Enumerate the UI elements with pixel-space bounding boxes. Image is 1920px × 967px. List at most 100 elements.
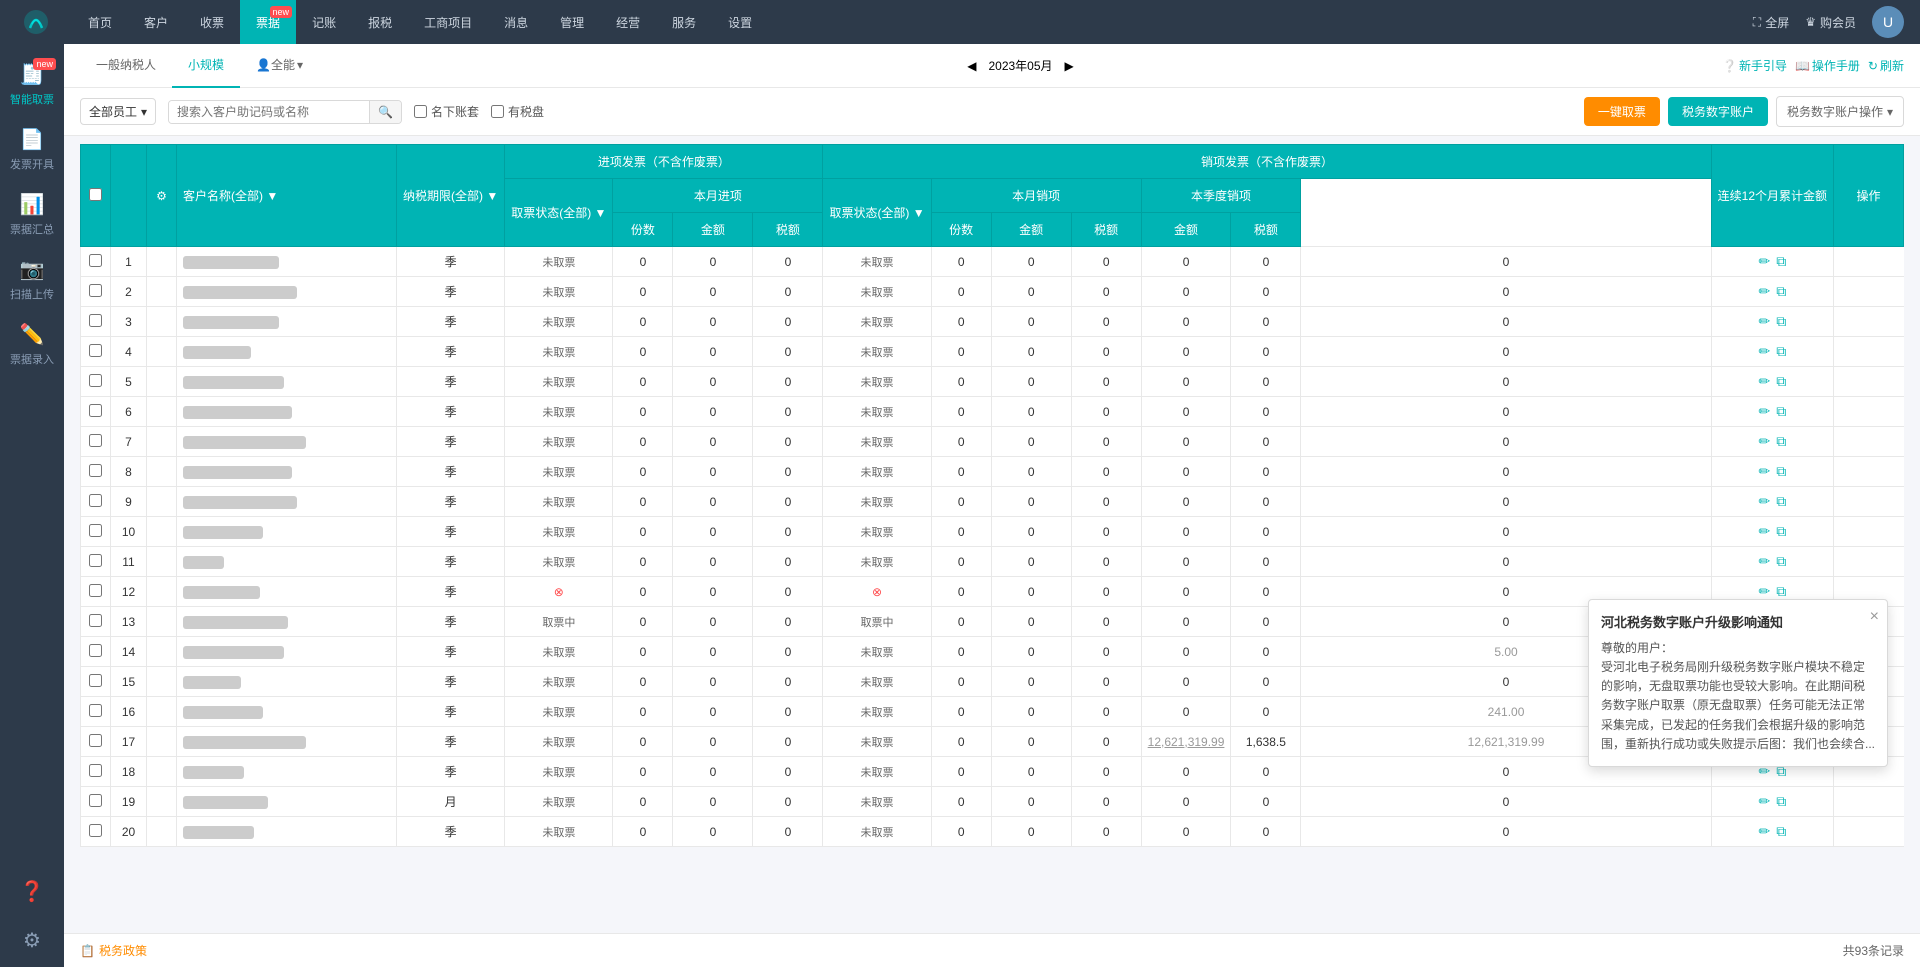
- edit-icon[interactable]: ✏: [1758, 463, 1770, 480]
- nav-message[interactable]: 消息: [488, 0, 544, 44]
- row-out-count: 0: [931, 247, 991, 277]
- row-checkbox[interactable]: [89, 344, 102, 357]
- tab-small[interactable]: 小规模: [172, 44, 240, 88]
- nav-piao[interactable]: 票据 new: [240, 0, 296, 44]
- row-ops-cell: ✏ ⧉: [1711, 337, 1833, 367]
- row-checkbox[interactable]: [89, 254, 102, 267]
- nav-settings[interactable]: 设置: [712, 0, 768, 44]
- nav-industry[interactable]: 工商项目: [408, 0, 488, 44]
- copy-icon[interactable]: ⧉: [1776, 283, 1786, 300]
- copy-icon[interactable]: ⧉: [1776, 823, 1786, 840]
- nav-invoice[interactable]: 收票: [184, 0, 240, 44]
- row-checkbox[interactable]: [89, 704, 102, 717]
- edit-icon[interactable]: ✏: [1758, 283, 1770, 300]
- copy-icon[interactable]: ⧉: [1776, 583, 1786, 600]
- copy-icon[interactable]: ⧉: [1776, 523, 1786, 540]
- member-button[interactable]: ♛ 购会员: [1805, 14, 1856, 31]
- row-sr-tax: 0: [1231, 817, 1301, 847]
- sidebar-item-settings[interactable]: ⚙: [0, 918, 64, 967]
- copy-icon[interactable]: ⧉: [1776, 373, 1786, 390]
- edit-icon[interactable]: ✏: [1758, 583, 1770, 600]
- select-all-checkbox[interactable]: [89, 188, 102, 201]
- search-button[interactable]: 🔍: [369, 101, 401, 123]
- copy-icon[interactable]: ⧉: [1776, 553, 1786, 570]
- row-checkbox[interactable]: [89, 554, 102, 567]
- row-checkbox[interactable]: [89, 674, 102, 687]
- sidebar-label-entry: 票据录入: [10, 351, 54, 367]
- row-checkbox[interactable]: [89, 404, 102, 417]
- nav-operation[interactable]: 经营: [600, 0, 656, 44]
- nav-bookkeeping[interactable]: 记账: [296, 0, 352, 44]
- copy-icon[interactable]: ⧉: [1776, 463, 1786, 480]
- search-input[interactable]: [169, 101, 369, 123]
- edit-icon[interactable]: ✏: [1758, 553, 1770, 570]
- one-key-button[interactable]: 一键取票: [1584, 97, 1660, 126]
- policy-link[interactable]: 📋 税务政策: [80, 942, 147, 959]
- edit-icon[interactable]: ✏: [1758, 313, 1770, 330]
- new-guide-link[interactable]: ❔ 新手引导: [1722, 57, 1787, 74]
- sidebar-item-summary[interactable]: 📊 票据汇总: [0, 182, 64, 247]
- row-checkbox[interactable]: [89, 494, 102, 507]
- popup-close-button[interactable]: ×: [1870, 608, 1879, 626]
- edit-icon[interactable]: ✏: [1758, 373, 1770, 390]
- sidebar-item-smart-ticket[interactable]: new 🧾 智能取票: [0, 52, 64, 117]
- row-checkbox[interactable]: [89, 584, 102, 597]
- nav-manage[interactable]: 管理: [544, 0, 600, 44]
- check-ledger-checkbox[interactable]: [414, 105, 427, 118]
- check-tax-label[interactable]: 有税盘: [491, 103, 544, 120]
- copy-icon[interactable]: ⧉: [1776, 343, 1786, 360]
- row-checkbox[interactable]: [89, 644, 102, 657]
- edit-icon[interactable]: ✏: [1758, 253, 1770, 270]
- copy-icon[interactable]: ⧉: [1776, 433, 1786, 450]
- nav-customer[interactable]: 客户: [128, 0, 184, 44]
- tax-digital-ops-button[interactable]: 税务数字账户操作 ▾: [1776, 96, 1904, 127]
- row-checkbox[interactable]: [89, 464, 102, 477]
- tab-all[interactable]: 👤 全能 ▾: [240, 44, 319, 88]
- prev-month-button[interactable]: ◀: [967, 59, 976, 73]
- th-sr-tax: 税额: [1231, 213, 1301, 247]
- refresh-link[interactable]: ↻ 刷新: [1868, 57, 1904, 74]
- copy-icon[interactable]: ⧉: [1776, 793, 1786, 810]
- table-row: 6 ■■■■■■■■■■ 季 未取票 0 0 0 未取票 0 0 0 0 0 0…: [81, 397, 1904, 427]
- edit-icon[interactable]: ✏: [1758, 493, 1770, 510]
- row-checkbox[interactable]: [89, 284, 102, 297]
- edit-icon[interactable]: ✏: [1758, 433, 1770, 450]
- tab-general[interactable]: 一般纳税人: [80, 44, 172, 88]
- edit-icon[interactable]: ✏: [1758, 523, 1770, 540]
- row-checkbox[interactable]: [89, 374, 102, 387]
- sidebar-item-help[interactable]: ❓: [0, 869, 64, 918]
- row-checkbox[interactable]: [89, 734, 102, 747]
- nav-service[interactable]: 服务: [656, 0, 712, 44]
- row-checkbox[interactable]: [89, 794, 102, 807]
- nav-tax[interactable]: 报税: [352, 0, 408, 44]
- row-checkbox[interactable]: [89, 314, 102, 327]
- row-checkbox[interactable]: [89, 614, 102, 627]
- next-month-button[interactable]: ▶: [1065, 59, 1074, 73]
- copy-icon[interactable]: ⧉: [1776, 403, 1786, 420]
- table-wrap[interactable]: ⚙ 客户名称(全部) ▼ 纳税期限(全部) ▼ 进项发票（不含作废票） 销项发票…: [64, 136, 1920, 933]
- row-checkbox[interactable]: [89, 434, 102, 447]
- row-out-count: 0: [931, 547, 991, 577]
- check-ledger-label[interactable]: 名下账套: [414, 103, 479, 120]
- manual-link[interactable]: 📖 操作手册: [1795, 57, 1860, 74]
- row-checkbox[interactable]: [89, 524, 102, 537]
- copy-icon[interactable]: ⧉: [1776, 313, 1786, 330]
- edit-icon[interactable]: ✏: [1758, 403, 1770, 420]
- check-tax-checkbox[interactable]: [491, 105, 504, 118]
- row-checkbox[interactable]: [89, 764, 102, 777]
- employee-select[interactable]: 全部员工 ▾: [80, 98, 156, 125]
- fullscreen-button[interactable]: ⛶ 全屏: [1753, 14, 1789, 31]
- row-num: 6: [111, 397, 147, 427]
- row-checkbox[interactable]: [89, 824, 102, 837]
- copy-icon[interactable]: ⧉: [1776, 493, 1786, 510]
- edit-icon[interactable]: ✏: [1758, 823, 1770, 840]
- edit-icon[interactable]: ✏: [1758, 343, 1770, 360]
- copy-icon[interactable]: ⧉: [1776, 253, 1786, 270]
- sidebar-item-entry[interactable]: ✏️ 票据录入: [0, 312, 64, 377]
- sidebar-item-open-invoice[interactable]: 📄 发票开具: [0, 117, 64, 182]
- edit-icon[interactable]: ✏: [1758, 793, 1770, 810]
- sidebar-item-scan[interactable]: 📷 扫描上传: [0, 247, 64, 312]
- user-avatar[interactable]: U: [1872, 6, 1904, 38]
- nav-home[interactable]: 首页: [72, 0, 128, 44]
- tax-digital-button[interactable]: 税务数字账户: [1668, 97, 1768, 126]
